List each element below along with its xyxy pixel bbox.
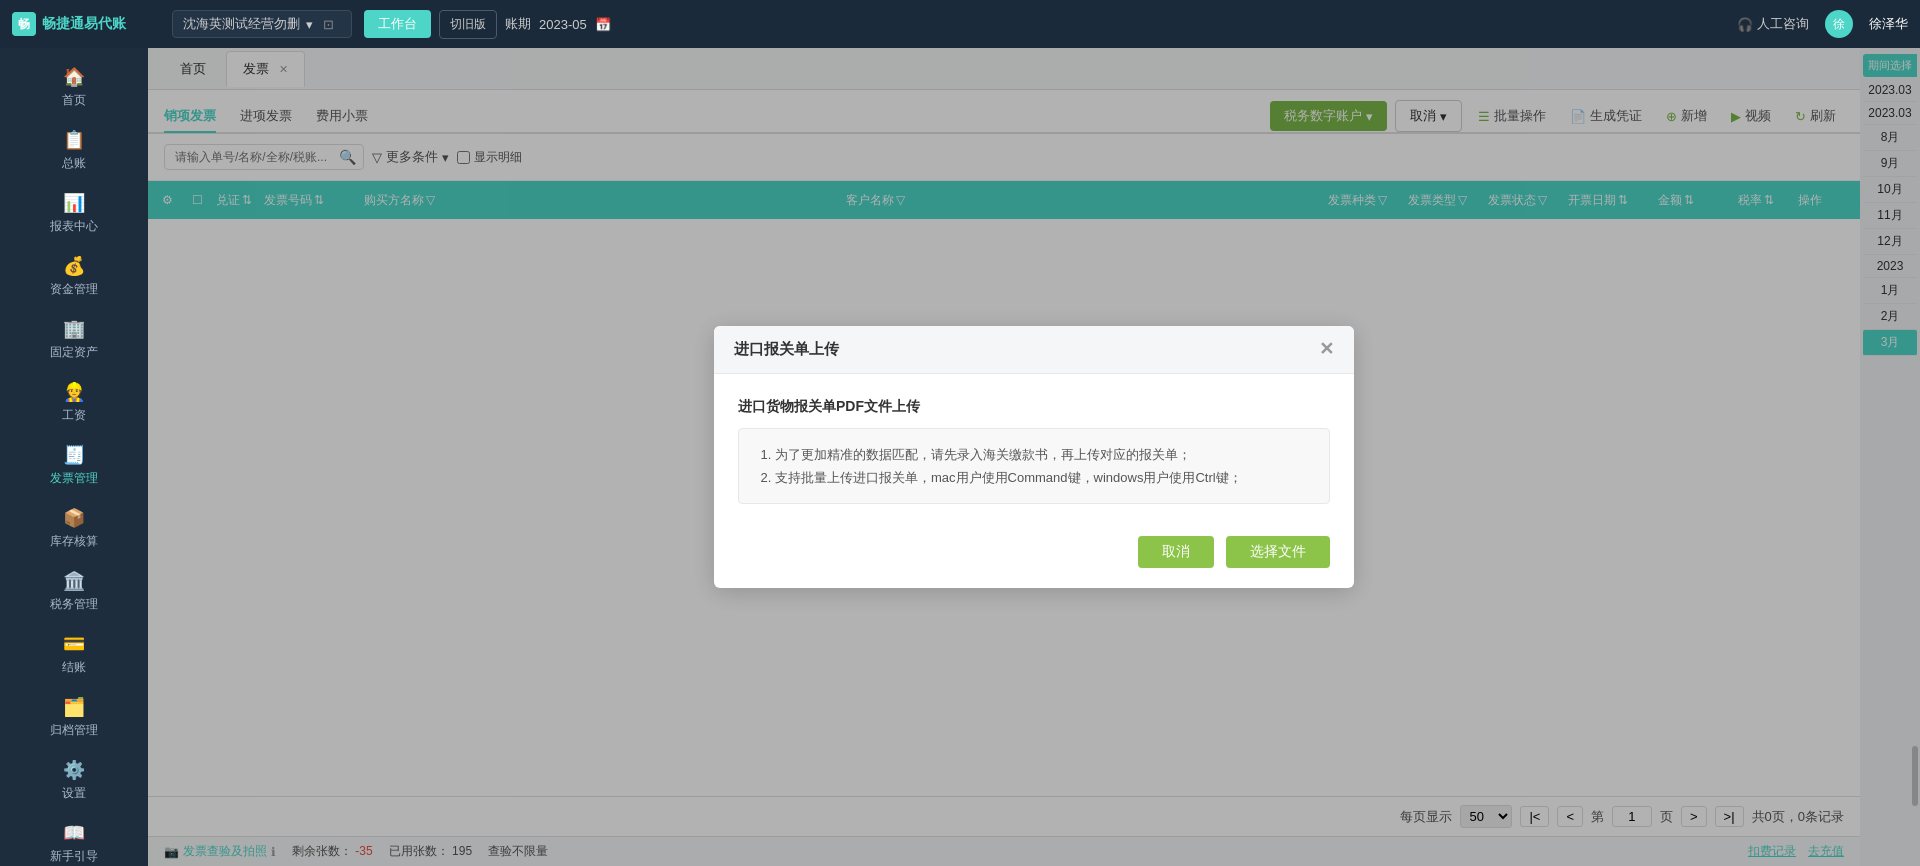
- payroll-icon: 👷: [63, 381, 85, 403]
- settings-icon: ⚙️: [63, 759, 85, 781]
- sidebar-label-funds: 资金管理: [50, 281, 98, 298]
- sidebar-label-inventory: 库存核算: [50, 533, 98, 550]
- sidebar-item-inventory[interactable]: 📦 库存核算: [0, 497, 148, 560]
- top-bar-actions: 工作台 切旧版 账期 2023-05 📅: [364, 10, 611, 39]
- dialog-info-box: 为了更加精准的数据匹配，请先录入海关缴款书，再上传对应的报关单； 支持批量上传进…: [738, 428, 1330, 505]
- sidebar-label-archive: 归档管理: [50, 722, 98, 739]
- switch-old-button[interactable]: 切旧版: [439, 10, 497, 39]
- period-label: 账期: [505, 15, 531, 33]
- sidebar-item-settings[interactable]: ⚙️ 设置: [0, 749, 148, 812]
- headset-icon: 🎧: [1737, 17, 1753, 32]
- dialog-title: 进口报关单上传: [734, 340, 839, 359]
- dialog-footer: 取消 选择文件: [714, 520, 1354, 588]
- copy-icon: ⊡: [323, 17, 334, 32]
- dialog-header: 进口报关单上传 ✕: [714, 326, 1354, 374]
- sidebar-item-payroll[interactable]: 👷 工资: [0, 371, 148, 434]
- user-avatar: 徐: [1825, 10, 1853, 38]
- app-logo: 畅 畅捷通易代账: [12, 12, 160, 36]
- dialog-info-item-0: 为了更加精准的数据匹配，请先录入海关缴款书，再上传对应的报关单；: [775, 443, 1313, 466]
- ledger-icon: 📋: [63, 129, 85, 151]
- support-label[interactable]: 🎧 人工咨询: [1737, 15, 1809, 33]
- top-bar-right: 🎧 人工咨询 徐 徐泽华: [1737, 10, 1908, 38]
- period-display: 账期 2023-05 📅: [505, 15, 611, 33]
- inventory-icon: 📦: [63, 507, 85, 529]
- company-selector[interactable]: 沈海英测试经营勿删 ▾ ⊡: [172, 10, 352, 38]
- sidebar-label-tax: 税务管理: [50, 596, 98, 613]
- import-customs-dialog: 进口报关单上传 ✕ 进口货物报关单PDF文件上传 为了更加精准的数据匹配，请先录…: [714, 326, 1354, 589]
- tax-icon: 🏛️: [63, 570, 85, 592]
- sidebar-item-ledger[interactable]: 📋 总账: [0, 119, 148, 182]
- period-value: 2023-05: [539, 17, 587, 32]
- sidebar-item-guide[interactable]: 📖 新手引导: [0, 812, 148, 866]
- funds-icon: 💰: [63, 255, 85, 277]
- sidebar-item-assets[interactable]: 🏢 固定资产: [0, 308, 148, 371]
- dialog-body-title: 进口货物报关单PDF文件上传: [738, 398, 1330, 416]
- close-accounts-icon: 💳: [63, 633, 85, 655]
- app-name: 畅捷通易代账: [42, 15, 126, 33]
- sidebar: 🏠 首页 📋 总账 📊 报表中心 💰 资金管理 🏢 固定资产 👷 工资 🧾 发票…: [0, 48, 148, 866]
- guide-icon: 📖: [63, 822, 85, 844]
- sidebar-item-home[interactable]: 🏠 首页: [0, 56, 148, 119]
- sidebar-item-archive[interactable]: 🗂️ 归档管理: [0, 686, 148, 749]
- dialog-close-button[interactable]: ✕: [1319, 340, 1334, 358]
- dialog-body: 进口货物报关单PDF文件上传 为了更加精准的数据匹配，请先录入海关缴款书，再上传…: [714, 374, 1354, 521]
- calendar-icon: 📅: [595, 17, 611, 32]
- dialog-cancel-button[interactable]: 取消: [1138, 536, 1214, 568]
- sidebar-label-settings: 设置: [62, 785, 86, 802]
- sidebar-label-assets: 固定资产: [50, 344, 98, 361]
- logo-icon: 畅: [12, 12, 36, 36]
- sidebar-item-tax[interactable]: 🏛️ 税务管理: [0, 560, 148, 623]
- dialog-select-file-button[interactable]: 选择文件: [1226, 536, 1330, 568]
- sidebar-label-guide: 新手引导: [50, 848, 98, 865]
- assets-icon: 🏢: [63, 318, 85, 340]
- home-icon: 🏠: [63, 66, 85, 88]
- top-bar: 畅 畅捷通易代账 沈海英测试经营勿删 ▾ ⊡ 工作台 切旧版 账期 2023-0…: [0, 0, 1920, 48]
- sidebar-item-close[interactable]: 💳 结账: [0, 623, 148, 686]
- sidebar-label-reports: 报表中心: [50, 218, 98, 235]
- archive-icon: 🗂️: [63, 696, 85, 718]
- workspace-button[interactable]: 工作台: [364, 10, 431, 38]
- sidebar-item-invoice[interactable]: 🧾 发票管理: [0, 434, 148, 497]
- dialog-overlay: 进口报关单上传 ✕ 进口货物报关单PDF文件上传 为了更加精准的数据匹配，请先录…: [148, 48, 1920, 866]
- sidebar-label-invoice: 发票管理: [50, 470, 98, 487]
- sidebar-item-funds[interactable]: 💰 资金管理: [0, 245, 148, 308]
- sidebar-label-payroll: 工资: [62, 407, 86, 424]
- sidebar-label-close: 结账: [62, 659, 86, 676]
- chevron-down-icon: ▾: [306, 17, 313, 32]
- invoice-icon: 🧾: [63, 444, 85, 466]
- user-name: 徐泽华: [1869, 15, 1908, 33]
- sidebar-item-reports[interactable]: 📊 报表中心: [0, 182, 148, 245]
- sidebar-label-ledger: 总账: [62, 155, 86, 172]
- reports-icon: 📊: [63, 192, 85, 214]
- company-name: 沈海英测试经营勿删: [183, 15, 300, 33]
- dialog-info-item-1: 支持批量上传进口报关单，mac用户使用Command键，windows用户使用C…: [775, 466, 1313, 489]
- sidebar-label-home: 首页: [62, 92, 86, 109]
